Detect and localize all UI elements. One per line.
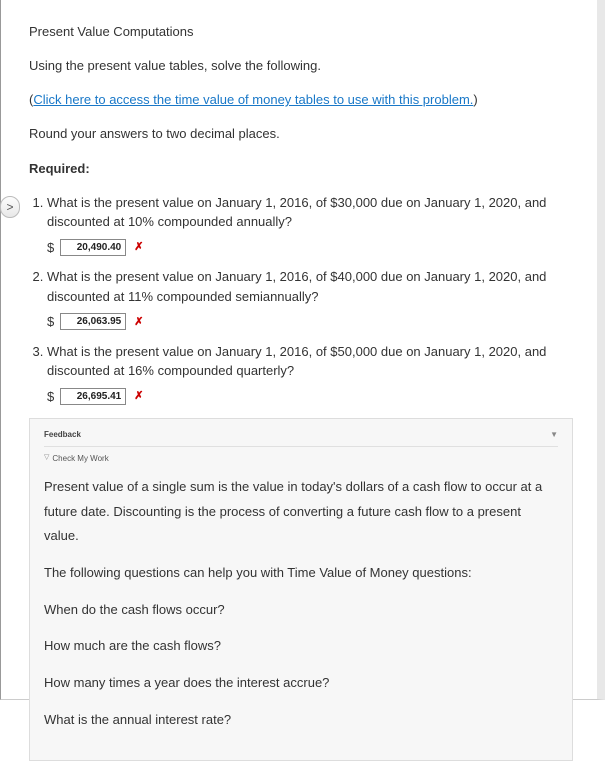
intro-text-1: Using the present value tables, solve th… bbox=[29, 56, 573, 76]
feedback-panel: Feedback ▼ ▽ Check My Work Present value… bbox=[29, 418, 573, 761]
time-value-tables-link[interactable]: Click here to access the time value of m… bbox=[33, 92, 473, 107]
feedback-hint: How much are the cash flows? bbox=[44, 634, 558, 659]
feedback-hint: What is the annual interest rate? bbox=[44, 708, 558, 733]
question-item: What is the present value on January 1, … bbox=[47, 193, 573, 258]
triangle-down-icon: ▽ bbox=[44, 453, 49, 464]
check-my-work-label: Check My Work bbox=[52, 453, 108, 465]
answer-row: $ ✗ bbox=[47, 387, 573, 407]
collapse-icon[interactable]: ▼ bbox=[550, 429, 558, 441]
feedback-header: Feedback ▼ bbox=[44, 429, 558, 446]
feedback-paragraph: The following questions can help you wit… bbox=[44, 561, 558, 586]
chevron-right-icon: > bbox=[6, 200, 13, 214]
feedback-hint: When do the cash flows occur? bbox=[44, 598, 558, 623]
required-label: Required: bbox=[29, 159, 573, 179]
question-text: What is the present value on January 1, … bbox=[47, 269, 546, 304]
answer-input-2[interactable] bbox=[60, 313, 126, 330]
feedback-hint: How many times a year does the interest … bbox=[44, 671, 558, 696]
paren-close: ) bbox=[473, 92, 477, 107]
prev-nav-button[interactable]: > bbox=[0, 196, 20, 218]
answer-row: $ ✗ bbox=[47, 312, 573, 332]
currency-symbol: $ bbox=[47, 387, 54, 407]
feedback-paragraph: Present value of a single sum is the val… bbox=[44, 475, 558, 549]
answer-input-1[interactable] bbox=[60, 239, 126, 256]
question-content: Present Value Computations Using the pre… bbox=[1, 0, 597, 771]
incorrect-icon: ✗ bbox=[134, 314, 143, 331]
page-title: Present Value Computations bbox=[29, 22, 573, 42]
incorrect-icon: ✗ bbox=[134, 239, 143, 256]
feedback-title: Feedback bbox=[44, 429, 81, 441]
question-item: What is the present value on January 1, … bbox=[47, 267, 573, 332]
currency-symbol: $ bbox=[47, 312, 54, 332]
answer-row: $ ✗ bbox=[47, 238, 573, 258]
question-text: What is the present value on January 1, … bbox=[47, 344, 546, 379]
check-my-work-toggle[interactable]: ▽ Check My Work bbox=[44, 453, 558, 465]
currency-symbol: $ bbox=[47, 238, 54, 258]
question-list: What is the present value on January 1, … bbox=[29, 193, 573, 407]
intro-text-2: Round your answers to two decimal places… bbox=[29, 124, 573, 144]
question-text: What is the present value on January 1, … bbox=[47, 195, 546, 230]
incorrect-icon: ✗ bbox=[134, 388, 143, 405]
tables-link-line: (Click here to access the time value of … bbox=[29, 90, 573, 110]
question-item: What is the present value on January 1, … bbox=[47, 342, 573, 407]
answer-input-3[interactable] bbox=[60, 388, 126, 405]
feedback-body: Present value of a single sum is the val… bbox=[44, 475, 558, 733]
